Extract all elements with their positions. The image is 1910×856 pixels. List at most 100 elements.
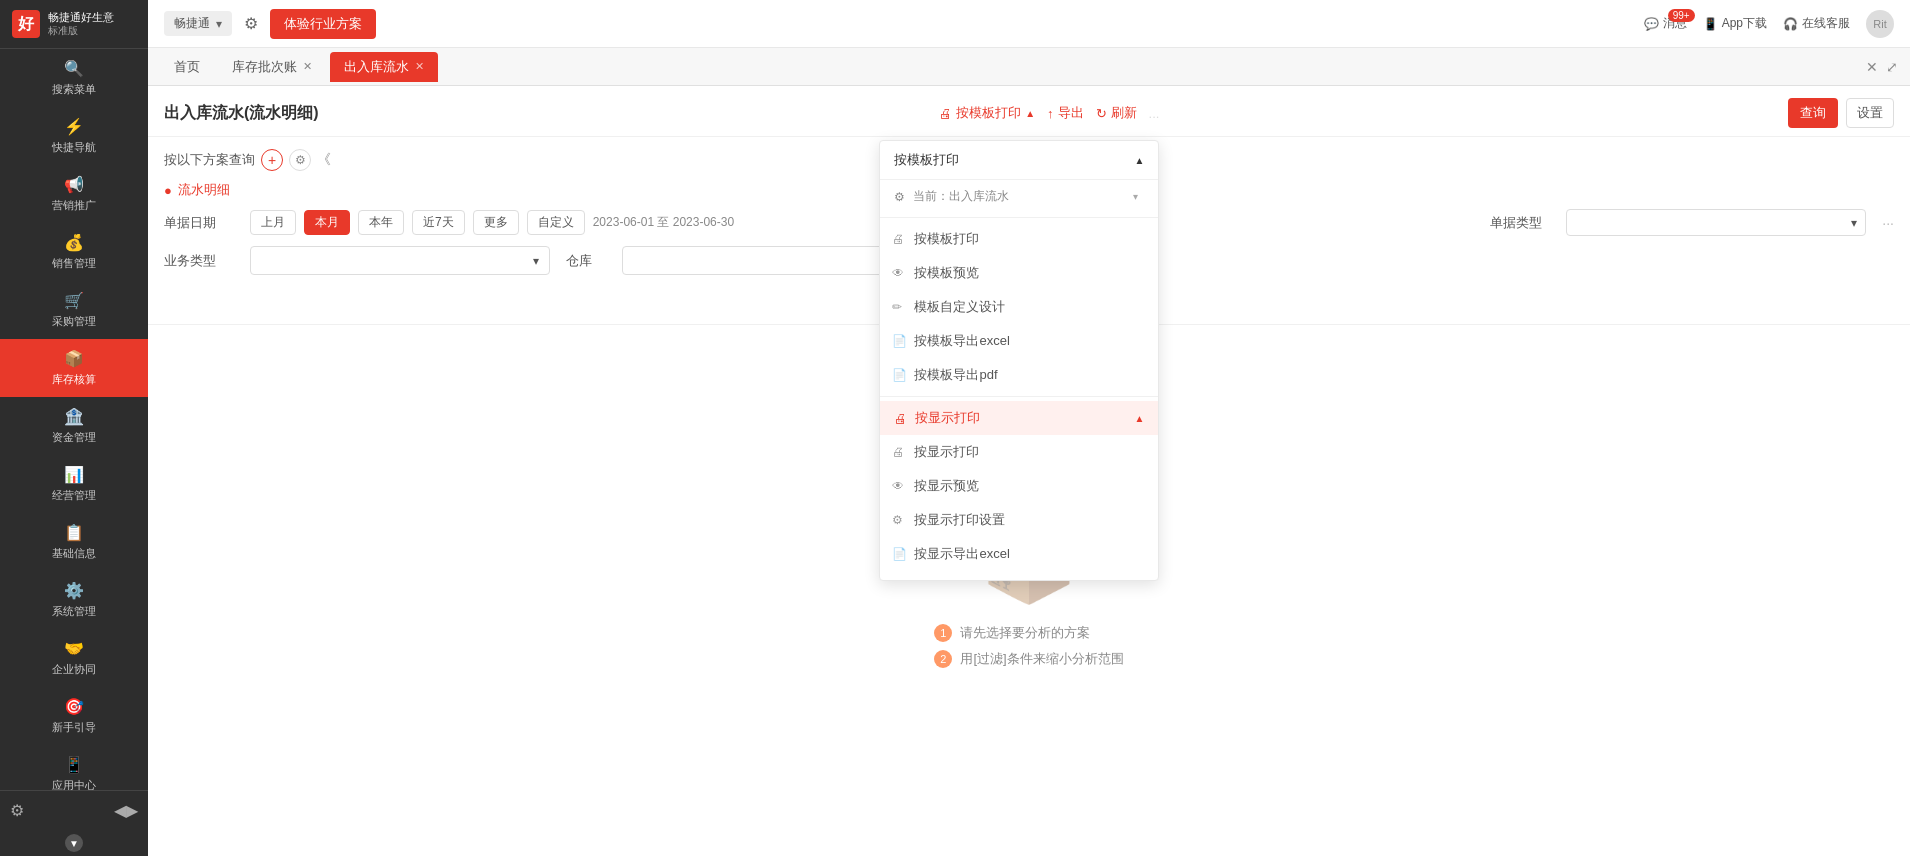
dropdown-template-print[interactable]: 🖨 按模板打印 bbox=[880, 222, 1158, 256]
tab-home[interactable]: 首页 bbox=[160, 52, 214, 82]
dropdown-template-pdf[interactable]: 📄 按模板导出pdf bbox=[880, 358, 1158, 392]
topbar-settings-icon[interactable]: ⚙ bbox=[244, 14, 258, 33]
purchase-label: 采购管理 bbox=[52, 314, 96, 329]
sidebar-item-apps[interactable]: 📱应用中心 bbox=[0, 745, 148, 790]
display-excel-icon: 📄 bbox=[892, 547, 907, 561]
collab-label: 企业协同 bbox=[52, 662, 96, 677]
sidebar-logo: 好 畅捷通好生意 标准版 bbox=[0, 0, 148, 49]
topbar-right: 💬 消息 99+ 📱 App下载 🎧 在线客服 Rit bbox=[1644, 10, 1894, 38]
sidebar-item-guide[interactable]: 🎯新手引导 bbox=[0, 687, 148, 745]
filter-this-year-btn[interactable]: 本年 bbox=[358, 210, 404, 235]
avatar[interactable]: Rit bbox=[1866, 10, 1894, 38]
logo-icon: 好 bbox=[12, 10, 40, 38]
sidebar-item-sales[interactable]: 💰销售管理 bbox=[0, 223, 148, 281]
biz-type-select[interactable]: ▾ bbox=[250, 246, 550, 275]
sales-label: 销售管理 bbox=[52, 256, 96, 271]
refresh-icon: ↻ bbox=[1096, 106, 1107, 121]
tabbar-right: ✕ ⤢ bbox=[1866, 59, 1898, 75]
scheme-settings-btn[interactable]: ⚙ bbox=[289, 149, 311, 171]
tip-num-2: 2 bbox=[934, 650, 952, 668]
sidebar-item-search[interactable]: 🔍搜索菜单 bbox=[0, 49, 148, 107]
sidebar-item-finance[interactable]: 🏦资金管理 bbox=[0, 397, 148, 455]
sidebar-scroll-down[interactable]: ▼ bbox=[65, 834, 83, 852]
quick-nav-icon: ⚡ bbox=[64, 117, 84, 136]
empty-tip-2: 2 用[过滤]条件来缩小分析范围 bbox=[934, 650, 1123, 668]
collab-icon: 🤝 bbox=[64, 639, 84, 658]
sidebar-item-basic[interactable]: 📋基础信息 bbox=[0, 513, 148, 571]
filter-last-month-btn[interactable]: 上月 bbox=[250, 210, 296, 235]
tab-inventory-batch[interactable]: 库存批次账 ✕ bbox=[218, 52, 326, 82]
dropdown-template-preview[interactable]: 👁 按模板预览 bbox=[880, 256, 1158, 290]
settings-icon[interactable]: ⚙ bbox=[10, 801, 24, 820]
export-btn[interactable]: ↑ 导出 bbox=[1047, 104, 1084, 122]
preview-icon: 👁 bbox=[892, 266, 904, 280]
sidebar-item-inventory[interactable]: 📦库存核算 bbox=[0, 339, 148, 397]
sidebar: 好 畅捷通好生意 标准版 🔍搜索菜单 ⚡ 快捷导航 📢营销推广💰销售管理🛒采购管理📦库… bbox=[0, 0, 148, 856]
empty-tip-2-text: 用[过滤]条件来缩小分析范围 bbox=[960, 650, 1123, 668]
add-scheme-btn[interactable]: + bbox=[261, 149, 283, 171]
online-service-btn[interactable]: 🎧 在线客服 bbox=[1783, 15, 1850, 32]
message-btn[interactable]: 💬 消息 99+ bbox=[1644, 15, 1687, 32]
page-header-actions: 🖨 按模板打印 ▲ ↑ 导出 ↻ 刷新 ... bbox=[939, 104, 1159, 122]
page-header: 出入库流水(流水明细) 🖨 按模板打印 ▲ ↑ 导出 ↻ 刷新 bbox=[148, 86, 1910, 137]
display-section-chevron: ▲ bbox=[1135, 413, 1145, 424]
filter-more-btn[interactable]: 更多 bbox=[473, 210, 519, 235]
filter-last-7days-btn[interactable]: 近7天 bbox=[412, 210, 465, 235]
sidebar-item-quick-nav[interactable]: ⚡ 快捷导航 bbox=[0, 107, 148, 165]
settings-btn[interactable]: 设置 bbox=[1846, 98, 1894, 128]
quick-nav-label: 快捷导航 bbox=[52, 140, 96, 155]
sidebar-item-operations[interactable]: 📊经营管理 bbox=[0, 455, 148, 513]
empty-tip-1: 1 请先选择要分析的方案 bbox=[934, 624, 1123, 642]
flow-detail-label[interactable]: ● 流水明细 bbox=[164, 181, 230, 199]
marketing-label: 营销推广 bbox=[52, 198, 96, 213]
dropdown-display-preview[interactable]: 👁 按显示预览 bbox=[880, 469, 1158, 503]
scheme-collapse-btn[interactable]: 《 bbox=[317, 151, 331, 169]
dropdown-template-custom[interactable]: ✏ 模板自定义设计 bbox=[880, 290, 1158, 324]
finance-label: 资金管理 bbox=[52, 430, 96, 445]
dropdown-display-excel[interactable]: 📄 按显示导出excel bbox=[880, 537, 1158, 571]
print-dropdown-panel: 按模板打印 ▲ ⚙ 当前：出入库流水 ▾ bbox=[879, 140, 1159, 581]
dropdown-template-excel[interactable]: 📄 按模板导出excel bbox=[880, 324, 1158, 358]
biz-type-label: 业务类型 bbox=[164, 252, 234, 270]
display-print-section-icon: 🖨 bbox=[894, 411, 907, 426]
sidebar-item-purchase[interactable]: 🛒采购管理 bbox=[0, 281, 148, 339]
dropdown-display-print[interactable]: 🖨 按显示打印 bbox=[880, 435, 1158, 469]
tab-inventory-flow[interactable]: 出入库流水 ✕ bbox=[330, 52, 438, 82]
topbar-user-area[interactable]: 畅捷通 ▾ bbox=[164, 11, 232, 36]
dropdown-display-pdf[interactable]: 📄 按显示导出pdf bbox=[880, 571, 1158, 580]
basic-icon: 📋 bbox=[64, 523, 84, 542]
print-template-btn[interactable]: 🖨 按模板打印 ▲ bbox=[939, 104, 1035, 122]
date-filter-controls: 上月 本月 本年 近7天 更多 自定义 2023-06-01 至 2023-06… bbox=[250, 210, 1474, 235]
message-icon: 💬 bbox=[1644, 17, 1659, 31]
trial-btn[interactable]: 体验行业方案 bbox=[270, 9, 376, 39]
warehouse-select[interactable]: ··· bbox=[622, 246, 922, 275]
dropdown-collapse-icon[interactable]: ▲ bbox=[1135, 155, 1145, 166]
query-scheme-label: 按以下方案查询 bbox=[164, 151, 255, 169]
excel-icon: 📄 bbox=[892, 334, 907, 348]
doc-type-select[interactable]: ▾ bbox=[1566, 209, 1866, 236]
app-download-btn[interactable]: 📱 App下载 bbox=[1703, 15, 1767, 32]
close-inventory-flow-icon[interactable]: ✕ bbox=[415, 60, 424, 73]
tabbar: 首页 库存批次账 ✕ 出入库流水 ✕ ✕ ⤢ bbox=[148, 48, 1910, 86]
dropdown-display-section[interactable]: 🖨 按显示打印 ▲ bbox=[880, 401, 1158, 435]
system-icon: ⚙️ bbox=[64, 581, 84, 600]
sidebar-item-marketing[interactable]: 📢营销推广 bbox=[0, 165, 148, 223]
filter-this-month-btn[interactable]: 本月 bbox=[304, 210, 350, 235]
doc-type-more-icon[interactable]: ··· bbox=[1882, 215, 1894, 231]
close-window-icon[interactable]: ✕ bbox=[1866, 59, 1878, 75]
sidebar-item-system[interactable]: ⚙️系统管理 bbox=[0, 571, 148, 629]
query-btn[interactable]: 查询 bbox=[1788, 98, 1838, 128]
logo-text: 畅捷通好生意 bbox=[48, 10, 114, 24]
dropdown-display-settings[interactable]: ⚙ 按显示打印设置 bbox=[880, 503, 1158, 537]
pdf-icon: 📄 bbox=[892, 368, 907, 382]
topbar-dropdown-icon[interactable]: ▾ bbox=[216, 17, 222, 31]
expand-window-icon[interactable]: ⤢ bbox=[1886, 59, 1898, 75]
dropdown-current[interactable]: ⚙ 当前：出入库流水 ▾ bbox=[880, 180, 1158, 213]
dropdown-scroll: ⚙ 当前：出入库流水 ▾ 🖨 按模板打印 👁 bbox=[880, 180, 1158, 580]
refresh-btn[interactable]: ↻ 刷新 bbox=[1096, 104, 1137, 122]
sidebar-item-collab[interactable]: 🤝 企业协同 bbox=[0, 629, 148, 687]
chevron-right-icon: ▾ bbox=[1133, 191, 1138, 202]
filter-custom-btn[interactable]: 自定义 bbox=[527, 210, 585, 235]
close-inventory-batch-icon[interactable]: ✕ bbox=[303, 60, 312, 73]
collapse-sidebar-icon[interactable]: ◀▶ bbox=[114, 801, 138, 820]
